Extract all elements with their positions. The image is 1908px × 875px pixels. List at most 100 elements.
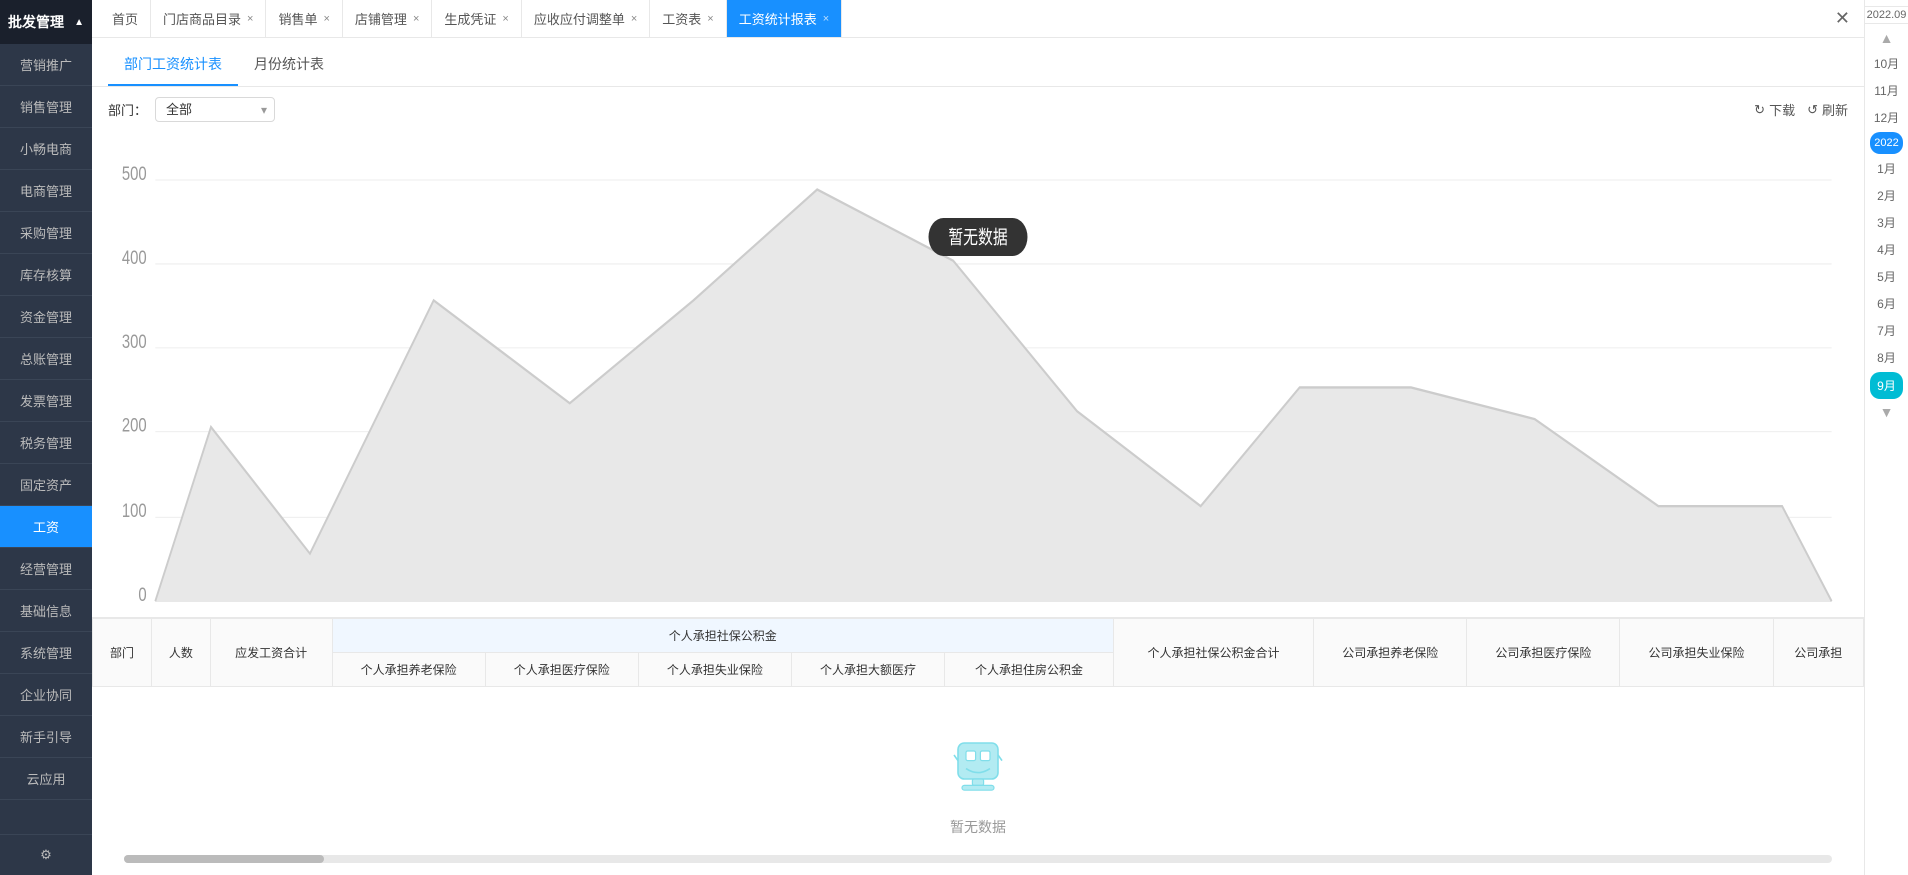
tab-门店商品目录[interactable]: 门店商品目录× xyxy=(151,0,266,38)
svg-text:300: 300 xyxy=(122,331,147,352)
timeline-month-item[interactable]: 2月 xyxy=(1866,182,1906,209)
refresh-icon: ↺ xyxy=(1807,102,1818,118)
tab-close-icon[interactable]: × xyxy=(707,13,713,25)
close-all-icon[interactable]: ✕ xyxy=(1835,8,1850,29)
timeline-year-item[interactable]: 2022 xyxy=(1870,132,1902,154)
sidebar-item-资金管理[interactable]: 资金管理 xyxy=(0,296,92,338)
horizontal-scrollbar[interactable] xyxy=(124,855,1832,863)
timeline-down-arrow[interactable]: ▼ xyxy=(1876,400,1898,424)
empty-state: 暂无数据 xyxy=(92,687,1864,847)
timeline-month-item[interactable]: 8月 xyxy=(1866,344,1906,371)
sidebar-header[interactable]: 批发管理 ▲ xyxy=(0,0,92,44)
sidebar-item-库存核算[interactable]: 库存核算 xyxy=(0,254,92,296)
tab-close-icon[interactable]: × xyxy=(323,13,329,25)
timeline-month-active[interactable]: 9月 xyxy=(1870,372,1902,399)
dept-select-wrapper[interactable]: 全部 xyxy=(155,97,275,122)
col-salary: 应发工资合计 xyxy=(210,619,332,687)
col-dept: 部门 xyxy=(93,619,152,687)
col-personal-housing: 个人承担住房公积金 xyxy=(945,653,1114,687)
toolbar-left: 部门： 全部 xyxy=(108,97,275,122)
sidebar-item-电商管理[interactable]: 电商管理 xyxy=(0,170,92,212)
download-label: 下载 xyxy=(1769,100,1795,119)
timeline-month-item[interactable]: 11月 xyxy=(1866,77,1906,104)
tab-close-icon[interactable]: × xyxy=(631,13,637,25)
dept-label: 部门： xyxy=(108,100,147,119)
svg-text:400: 400 xyxy=(122,247,147,268)
empty-text: 暂无数据 xyxy=(950,817,1006,837)
scrollbar-container[interactable] xyxy=(92,847,1864,875)
timeline-month-item[interactable]: 3月 xyxy=(1866,209,1906,236)
col-company-pension: 公司承担养老保险 xyxy=(1314,619,1467,687)
content-area: 部门工资统计表月份统计表 部门： 全部 ↻ 下载 ↺ 刷新 xyxy=(92,38,1864,875)
sidebar-title: 批发管理 xyxy=(8,12,64,32)
tab-店铺管理[interactable]: 店铺管理× xyxy=(343,0,432,38)
col-personal-group: 个人承担社保公积金 xyxy=(332,619,1113,653)
timeline-month-item[interactable]: 7月 xyxy=(1866,317,1906,344)
sidebar-item-固定资产[interactable]: 固定资产 xyxy=(0,464,92,506)
download-button[interactable]: ↻ 下载 xyxy=(1754,100,1795,119)
tab-工资表[interactable]: 工资表× xyxy=(650,0,726,38)
tab-工资统计报表[interactable]: 工资统计报表× xyxy=(727,0,842,38)
tab-close-icon[interactable]: × xyxy=(502,13,508,25)
scrollbar-thumb[interactable] xyxy=(124,855,324,863)
svg-text:暂无数据: 暂无数据 xyxy=(948,227,1007,248)
svg-text:0: 0 xyxy=(138,584,146,605)
sidebar: 批发管理 ▲ 营销推广销售管理小畅电商电商管理采购管理库存核算资金管理总账管理发… xyxy=(0,0,92,875)
year-badge: 2022.09 xyxy=(1864,6,1908,24)
table-container: 部门 人数 应发工资合计 个人承担社保公积金 个人承担社保公积金合计 公司承担养… xyxy=(92,617,1864,847)
svg-text:500: 500 xyxy=(122,163,147,184)
timeline-month-item[interactable]: 12月 xyxy=(1866,104,1906,131)
tab-close-icon[interactable]: × xyxy=(247,13,253,25)
col-personal-medical: 个人承担医疗保险 xyxy=(485,653,638,687)
sidebar-item-采购管理[interactable]: 采购管理 xyxy=(0,212,92,254)
sidebar-item-企业协同[interactable]: 企业协同 xyxy=(0,674,92,716)
sidebar-item-小畅电商[interactable]: 小畅电商 xyxy=(0,128,92,170)
svg-text:100: 100 xyxy=(122,501,147,522)
sidebar-item-发票管理[interactable]: 发票管理 xyxy=(0,380,92,422)
refresh-button[interactable]: ↺ 刷新 xyxy=(1807,100,1848,119)
tab-生成凭证[interactable]: 生成凭证× xyxy=(432,0,521,38)
timeline-month-item[interactable]: 10月 xyxy=(1866,50,1906,77)
sub-tab-部门工资统计表[interactable]: 部门工资统计表 xyxy=(108,48,238,86)
sidebar-item-系统管理[interactable]: 系统管理 xyxy=(0,632,92,674)
sidebar-item-新手引导[interactable]: 新手引导 xyxy=(0,716,92,758)
dept-select[interactable]: 全部 xyxy=(155,97,275,122)
tab-bar-close[interactable]: ✕ xyxy=(1829,8,1856,29)
svg-text:200: 200 xyxy=(122,415,147,436)
tab-close-icon[interactable]: × xyxy=(413,13,419,25)
settings-icon: ⚙ xyxy=(40,847,52,862)
col-company-unemploy: 公司承担失业保险 xyxy=(1620,619,1773,687)
sidebar-item-销售管理[interactable]: 销售管理 xyxy=(0,86,92,128)
timeline-month-item[interactable]: 4月 xyxy=(1866,236,1906,263)
timeline-month-item[interactable]: 1月 xyxy=(1866,155,1906,182)
timeline-up-arrow[interactable]: ▲ xyxy=(1876,26,1898,50)
tab-销售单[interactable]: 销售单× xyxy=(266,0,342,38)
sub-tab-月份统计表[interactable]: 月份统计表 xyxy=(238,48,340,86)
main-area: 首页门店商品目录×销售单×店铺管理×生成凭证×应收应付调整单×工资表×工资统计报… xyxy=(92,0,1864,875)
col-personal-pension: 个人承担养老保险 xyxy=(332,653,485,687)
empty-icon xyxy=(938,727,1018,807)
tab-应收应付调整单[interactable]: 应收应付调整单× xyxy=(522,0,650,38)
tab-首页[interactable]: 首页 xyxy=(100,0,151,38)
chart-svg: 0 100 200 300 400 500 暂无数据 xyxy=(112,142,1844,617)
sidebar-arrow-icon: ▲ xyxy=(74,17,84,28)
sidebar-item-总账管理[interactable]: 总账管理 xyxy=(0,338,92,380)
sidebar-item-经营管理[interactable]: 经营管理 xyxy=(0,548,92,590)
data-table: 部门 人数 应发工资合计 个人承担社保公积金 个人承担社保公积金合计 公司承担养… xyxy=(92,618,1864,687)
timeline-month-item[interactable]: 5月 xyxy=(1866,263,1906,290)
sidebar-item-云应用[interactable]: 云应用 xyxy=(0,758,92,800)
chart-area: 0 100 200 300 400 500 暂无数据 xyxy=(92,132,1864,617)
sidebar-settings[interactable]: ⚙ xyxy=(0,834,92,875)
sidebar-item-工资[interactable]: 工资 xyxy=(0,506,92,548)
sidebar-item-营销推广[interactable]: 营销推广 xyxy=(0,44,92,86)
timeline-month-item[interactable]: 6月 xyxy=(1866,290,1906,317)
sub-tabs: 部门工资统计表月份统计表 xyxy=(92,38,1864,87)
sidebar-item-基础信息[interactable]: 基础信息 xyxy=(0,590,92,632)
refresh-label: 刷新 xyxy=(1822,100,1848,119)
toolbar: 部门： 全部 ↻ 下载 ↺ 刷新 xyxy=(92,87,1864,132)
timeline-sidebar: 2022.09 ▲ 10月11月12月20221月2月3月4月5月6月7月8月9… xyxy=(1864,0,1908,875)
tab-close-icon[interactable]: × xyxy=(823,13,829,25)
download-icon: ↻ xyxy=(1754,102,1765,118)
sidebar-item-税务管理[interactable]: 税务管理 xyxy=(0,422,92,464)
col-personal-total: 个人承担社保公积金合计 xyxy=(1113,619,1313,687)
